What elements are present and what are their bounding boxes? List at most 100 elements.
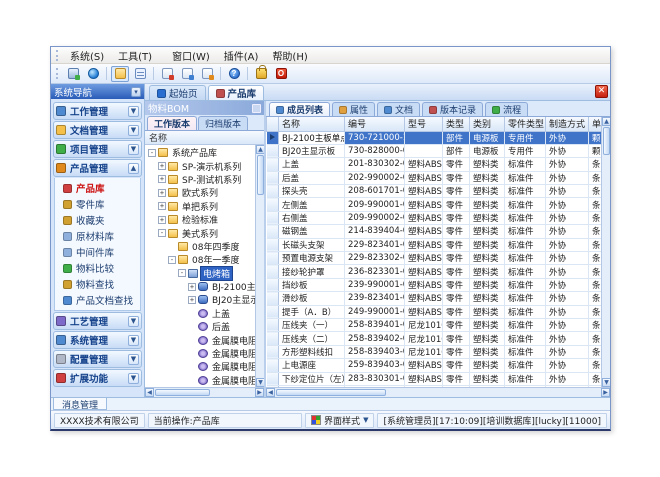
grid-cell[interactable]: BJ-2100主板单点 — [279, 131, 345, 144]
grid-cell[interactable]: 尼龙1010 — [405, 345, 443, 358]
lock-button[interactable] — [252, 66, 270, 82]
grid-cell[interactable]: 条 — [589, 305, 602, 318]
sidebar-section-7[interactable]: 扩展功能▼ — [53, 369, 142, 387]
detail-tab-成员列表[interactable]: 成员列表 — [269, 102, 330, 116]
grid-cell[interactable] — [405, 131, 443, 144]
tree-node-08年一季度[interactable]: -08年一季度 — [145, 253, 255, 266]
grid-cell[interactable]: 塑料类 — [470, 158, 505, 171]
collapse-icon[interactable]: - — [178, 269, 186, 277]
grid-cell[interactable]: 外协 — [546, 305, 589, 318]
close-tab-icon[interactable]: ✕ — [595, 85, 608, 98]
grid-cell[interactable]: 塑料ABS — [405, 225, 443, 238]
grid-cell[interactable]: 零件 — [443, 185, 470, 198]
table-row[interactable]: 滑纱板239-823401-00X塑料ABS零件塑料类标准件外协条 — [267, 292, 602, 305]
grid-cell[interactable]: 零件 — [443, 211, 470, 224]
detail-tab-版本记录[interactable]: 版本记录 — [422, 102, 483, 116]
grid-cell[interactable]: 条 — [589, 198, 602, 211]
grid-cell[interactable]: 电源板 — [470, 144, 505, 157]
tree-node-SP-演示机系列[interactable]: +SP-演示机系列 — [145, 159, 255, 172]
grid-cell[interactable]: 条 — [589, 225, 602, 238]
grid-cell[interactable]: 右侧盖 — [279, 211, 345, 224]
tree-node-检验标准[interactable]: +检验标准 — [145, 213, 255, 226]
sidebar-item-原材料库[interactable]: 原材料库 — [55, 228, 140, 244]
grid-cell[interactable]: 压线夹（一） — [279, 318, 345, 331]
tree-node-后盖[interactable]: +后盖 — [145, 320, 255, 333]
grid-cell[interactable]: 标准件 — [505, 198, 546, 211]
grid-cell[interactable]: 零件 — [443, 252, 470, 265]
chevron-down-icon[interactable]: ▼ — [128, 106, 139, 117]
grid-cell[interactable]: 尼龙1010 — [405, 318, 443, 331]
grid-cell[interactable]: 条 — [589, 372, 602, 385]
grid-cell[interactable]: 零件 — [443, 345, 470, 358]
grid-cell[interactable]: 外协 — [546, 211, 589, 224]
grid-cell[interactable]: 标准件 — [505, 238, 546, 251]
grid-cell[interactable]: 塑料ABS — [405, 278, 443, 291]
chevron-down-icon[interactable]: ▼ — [128, 373, 139, 384]
grid-cell[interactable]: 258-839402-00X — [345, 332, 405, 345]
grid-cell[interactable]: 标准件 — [505, 278, 546, 291]
grid-cell[interactable]: 外协 — [546, 372, 589, 385]
grid-cell[interactable]: 258-839401-00X — [345, 318, 405, 331]
tree-hscroll-thumb[interactable] — [155, 389, 210, 396]
sidebar-item-物料比较[interactable]: 物料比较 — [55, 260, 140, 276]
tree-node-美式系列[interactable]: -美式系列 — [145, 226, 255, 239]
column-header-型号[interactable]: 型号 — [405, 117, 443, 131]
grid-cell[interactable]: 塑料类 — [470, 359, 505, 372]
grid-cell[interactable]: 条 — [589, 171, 602, 184]
table-row[interactable]: 磁钢盖214-839404-01X塑料ABS零件塑料类标准件外协条 — [267, 225, 602, 238]
grid-cell[interactable]: 外协 — [546, 144, 589, 157]
chevron-up-icon[interactable]: ▲ — [128, 163, 139, 174]
detail-tab-属性[interactable]: 属性 — [332, 102, 375, 116]
grid-cell[interactable]: 条 — [589, 265, 602, 278]
grid-cell[interactable]: 零件 — [443, 372, 470, 385]
grid-cell[interactable]: 外协 — [546, 225, 589, 238]
sidebar-collapse-icon[interactable]: ▾ — [131, 87, 141, 97]
grid-cell[interactable]: 外协 — [546, 185, 589, 198]
grid-cell[interactable]: 外协 — [546, 278, 589, 291]
table-row[interactable]: 左侧盖209-990001-01X塑料ABS零件塑料类标准件外协条 — [267, 198, 602, 211]
table-row[interactable]: 压线夹（一）258-839401-00X尼龙1010零件塑料类标准件外协条 — [267, 318, 602, 331]
grid-cell[interactable]: 外协 — [546, 359, 589, 372]
grid-cell[interactable]: 零件 — [443, 278, 470, 291]
grid-cell[interactable]: 标准件 — [505, 292, 546, 305]
doc-edit-button[interactable] — [178, 66, 196, 82]
table-row[interactable]: 探头壳208-601701-01X塑料ABS零件塑料类标准件外协条 — [267, 185, 602, 198]
tree-node-SP-测试机系列[interactable]: +SP-测试机系列 — [145, 173, 255, 186]
column-header-名称[interactable]: 名称 — [279, 117, 345, 131]
chevron-down-icon[interactable]: ▼ — [128, 354, 139, 365]
grid-cell[interactable]: 条 — [589, 185, 602, 198]
table-row[interactable]: 预置电源支架229-823302-00X塑料ABS零件塑料类标准件外协条 — [267, 252, 602, 265]
grid-cell[interactable]: 条 — [589, 252, 602, 265]
grid-cell[interactable]: 塑料ABS — [405, 171, 443, 184]
grid-cell[interactable]: 外协 — [546, 198, 589, 211]
grid-cell[interactable]: 零件 — [443, 198, 470, 211]
table-row[interactable]: 接纱轮护罩236-823301-00X塑料ABS零件塑料类标准件外协条 — [267, 265, 602, 278]
grid-cell[interactable]: 条 — [589, 158, 602, 171]
grid-cell[interactable]: 283-830301-00X — [345, 372, 405, 385]
bom-tab-工作版本[interactable]: 工作版本 — [147, 116, 197, 130]
tree-node-金属膜电阻器[interactable]: +金属膜电阻器 — [145, 347, 255, 360]
chevron-down-icon[interactable]: ▼ — [128, 316, 139, 327]
scroll-left-icon[interactable]: ◀ — [266, 388, 275, 397]
monitor-button[interactable] — [64, 66, 82, 82]
tree-node-BJ-2100主板单点[interactable]: +BJ-2100主板单点 — [145, 280, 255, 293]
grid-cell[interactable]: 零件 — [443, 318, 470, 331]
grid-cell[interactable]: 214-839404-01X — [345, 225, 405, 238]
table-row[interactable]: 长磁头支架229-823401-00X塑料ABS零件塑料类标准件外协条 — [267, 238, 602, 251]
grid-cell[interactable]: 条 — [589, 292, 602, 305]
menu-item-3[interactable]: 插件(A) — [217, 51, 266, 64]
sidebar-item-产品文档查找[interactable]: 产品文档查找 — [55, 292, 140, 308]
grid-cell[interactable]: 条 — [589, 345, 602, 358]
grid-cell[interactable]: 标准件 — [505, 345, 546, 358]
scroll-down-icon[interactable]: ▼ — [256, 378, 264, 387]
collapse-icon[interactable]: - — [148, 149, 156, 157]
grid-vertical-scrollbar[interactable]: ▲ ▼ — [601, 117, 610, 387]
grid-cell[interactable]: 专用件 — [505, 131, 546, 144]
menu-item-1[interactable]: 工具(T) — [111, 51, 159, 64]
expand-icon[interactable]: + — [158, 175, 166, 183]
grid-cell[interactable]: 标准件 — [505, 185, 546, 198]
table-row[interactable]: 压线夹（二）258-839402-00X尼龙1010零件塑料类标准件外协条 — [267, 332, 602, 345]
table-row[interactable]: 下纱定位片（左）283-830301-00X塑料ABS零件塑料类标准件外协条 — [267, 372, 602, 385]
bom-tab-归档版本[interactable]: 归档版本 — [198, 116, 248, 130]
grid-cell[interactable]: 201-830302-00X — [345, 158, 405, 171]
